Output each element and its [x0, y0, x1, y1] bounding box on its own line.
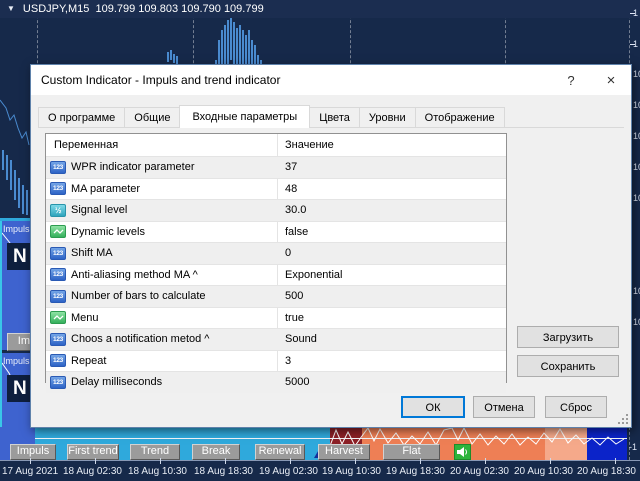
- price-label-bottom: -1: [629, 443, 638, 452]
- param-name: Delay milliseconds: [71, 376, 163, 388]
- int-type-icon: 123: [50, 289, 66, 303]
- double-type-icon: ½: [50, 203, 66, 217]
- param-row[interactable]: 123 Anti-aliasing method MA ^ Exponentia…: [46, 265, 506, 286]
- param-value[interactable]: true: [285, 308, 304, 329]
- int-type-icon: 123: [50, 354, 66, 367]
- ok-button[interactable]: ОК: [401, 396, 465, 418]
- tab-colors[interactable]: Цвета: [309, 107, 360, 128]
- param-row[interactable]: 123 Choos a notification metod ^ Sound: [46, 329, 506, 351]
- time-label: 19 Aug 02:30: [259, 466, 318, 477]
- price-label: 10: [633, 163, 640, 172]
- param-name: Number of bars to calculate: [71, 290, 206, 302]
- time-label: 20 Aug 10:30: [514, 466, 573, 477]
- price-label: 1: [633, 40, 639, 49]
- price-label: 10: [633, 318, 640, 327]
- int-type-icon: 123: [50, 268, 66, 281]
- param-name: Dynamic levels: [71, 225, 145, 238]
- close-button[interactable]: ×: [593, 65, 629, 95]
- symbol-bar: ▼ USDJPY,M15 109.799 109.803 109.790 109.…: [0, 0, 640, 18]
- param-value[interactable]: 500: [285, 286, 303, 307]
- param-name: Menu: [71, 311, 99, 324]
- tab-inputs[interactable]: Входные параметры: [179, 105, 311, 128]
- time-axis-ticks: [30, 458, 630, 464]
- dropdown-icon[interactable]: ▼: [7, 0, 15, 18]
- param-name: Shift MA: [71, 247, 113, 259]
- tab-strip: О программе Общие Входные параметры Цвет…: [38, 105, 624, 128]
- int-type-icon: 123: [50, 246, 66, 260]
- price-label: 10: [633, 287, 640, 296]
- time-label: 17 Aug 2021: [2, 466, 59, 477]
- column-header-variable: Переменная: [54, 139, 119, 151]
- time-label: 18 Aug 02:30: [63, 466, 122, 477]
- time-label: 18 Aug 18:30: [194, 466, 253, 477]
- bool-type-icon: [50, 225, 66, 238]
- param-row[interactable]: 123 WPR indicator parameter 37: [46, 157, 506, 179]
- price-label: 1: [633, 9, 639, 18]
- param-name: Anti-aliasing method MA ^: [71, 268, 198, 281]
- bool-type-icon: [50, 311, 66, 324]
- param-value[interactable]: 37: [285, 157, 297, 178]
- time-label: 19 Aug 10:30: [322, 466, 381, 477]
- param-value[interactable]: Sound: [285, 329, 317, 350]
- tab-about[interactable]: О программе: [38, 107, 126, 128]
- save-button[interactable]: Сохранить: [517, 355, 619, 377]
- time-label: 20 Aug 02:30: [450, 466, 509, 477]
- param-name: Choos a notification metod ^: [71, 333, 210, 345]
- param-row[interactable]: 123 Shift MA 0: [46, 243, 506, 265]
- column-header-value: Значение: [285, 139, 334, 151]
- time-label: 20 Aug 18:30: [577, 466, 636, 477]
- param-value[interactable]: Exponential: [285, 265, 343, 286]
- param-value[interactable]: 30.0: [285, 200, 306, 221]
- price-label: 10: [633, 70, 640, 79]
- int-type-icon: 123: [50, 182, 66, 195]
- indicator-dialog: Custom Indicator - Impuls and trend indi…: [30, 64, 632, 428]
- param-row[interactable]: ½ Signal level 30.0: [46, 200, 506, 222]
- param-row[interactable]: 123 MA parameter 48: [46, 179, 506, 200]
- int-type-icon: 123: [50, 160, 66, 174]
- param-value[interactable]: 0: [285, 243, 291, 264]
- int-type-icon: 123: [50, 375, 66, 389]
- param-row[interactable]: Menu true: [46, 308, 506, 329]
- tab-levels[interactable]: Уровни: [358, 107, 416, 128]
- param-row[interactable]: 123 Repeat 3: [46, 351, 506, 372]
- param-value[interactable]: false: [285, 222, 308, 243]
- parameters-table: Переменная Значение 123 WPR indicator pa…: [45, 133, 507, 393]
- price-label: 10: [633, 132, 640, 141]
- tab-visualization[interactable]: Отображение: [414, 107, 505, 128]
- tab-common[interactable]: Общие: [124, 107, 181, 128]
- cancel-button[interactable]: Отмена: [473, 396, 535, 418]
- price-label: 10: [633, 194, 640, 203]
- help-button[interactable]: ?: [553, 65, 589, 95]
- dialog-titlebar[interactable]: Custom Indicator - Impuls and trend indi…: [31, 65, 631, 95]
- time-axis: 17 Aug 2021 18 Aug 02:30 18 Aug 10:30 18…: [0, 458, 640, 481]
- param-value[interactable]: 3: [285, 351, 291, 372]
- time-label: 18 Aug 10:30: [128, 466, 187, 477]
- param-name: WPR indicator parameter: [71, 161, 195, 173]
- price-label: 10: [633, 101, 640, 110]
- param-row[interactable]: 123 Delay milliseconds 5000: [46, 372, 506, 393]
- param-row[interactable]: Dynamic levels false: [46, 222, 506, 243]
- param-row[interactable]: 123 Number of bars to calculate 500: [46, 286, 506, 308]
- dialog-title: Custom Indicator - Impuls and trend indi…: [41, 73, 281, 87]
- param-name: Signal level: [71, 204, 128, 216]
- load-button[interactable]: Загрузить: [517, 326, 619, 348]
- indicator-edge-line: [0, 221, 2, 443]
- ohlc-values: 109.799 109.803 109.790 109.799: [95, 3, 264, 15]
- table-header: Переменная Значение: [46, 134, 506, 157]
- param-value[interactable]: 5000: [285, 372, 309, 393]
- reset-button[interactable]: Сброс: [545, 396, 607, 418]
- resize-grip[interactable]: [618, 414, 628, 424]
- param-value[interactable]: 48: [285, 179, 297, 200]
- int-type-icon: 123: [50, 332, 66, 346]
- time-label: 19 Aug 18:30: [386, 466, 445, 477]
- param-name: Repeat: [71, 354, 107, 367]
- param-name: MA parameter: [71, 182, 141, 195]
- speaker-icon: [457, 447, 467, 457]
- symbol-label: USDJPY,M15: [22, 3, 90, 15]
